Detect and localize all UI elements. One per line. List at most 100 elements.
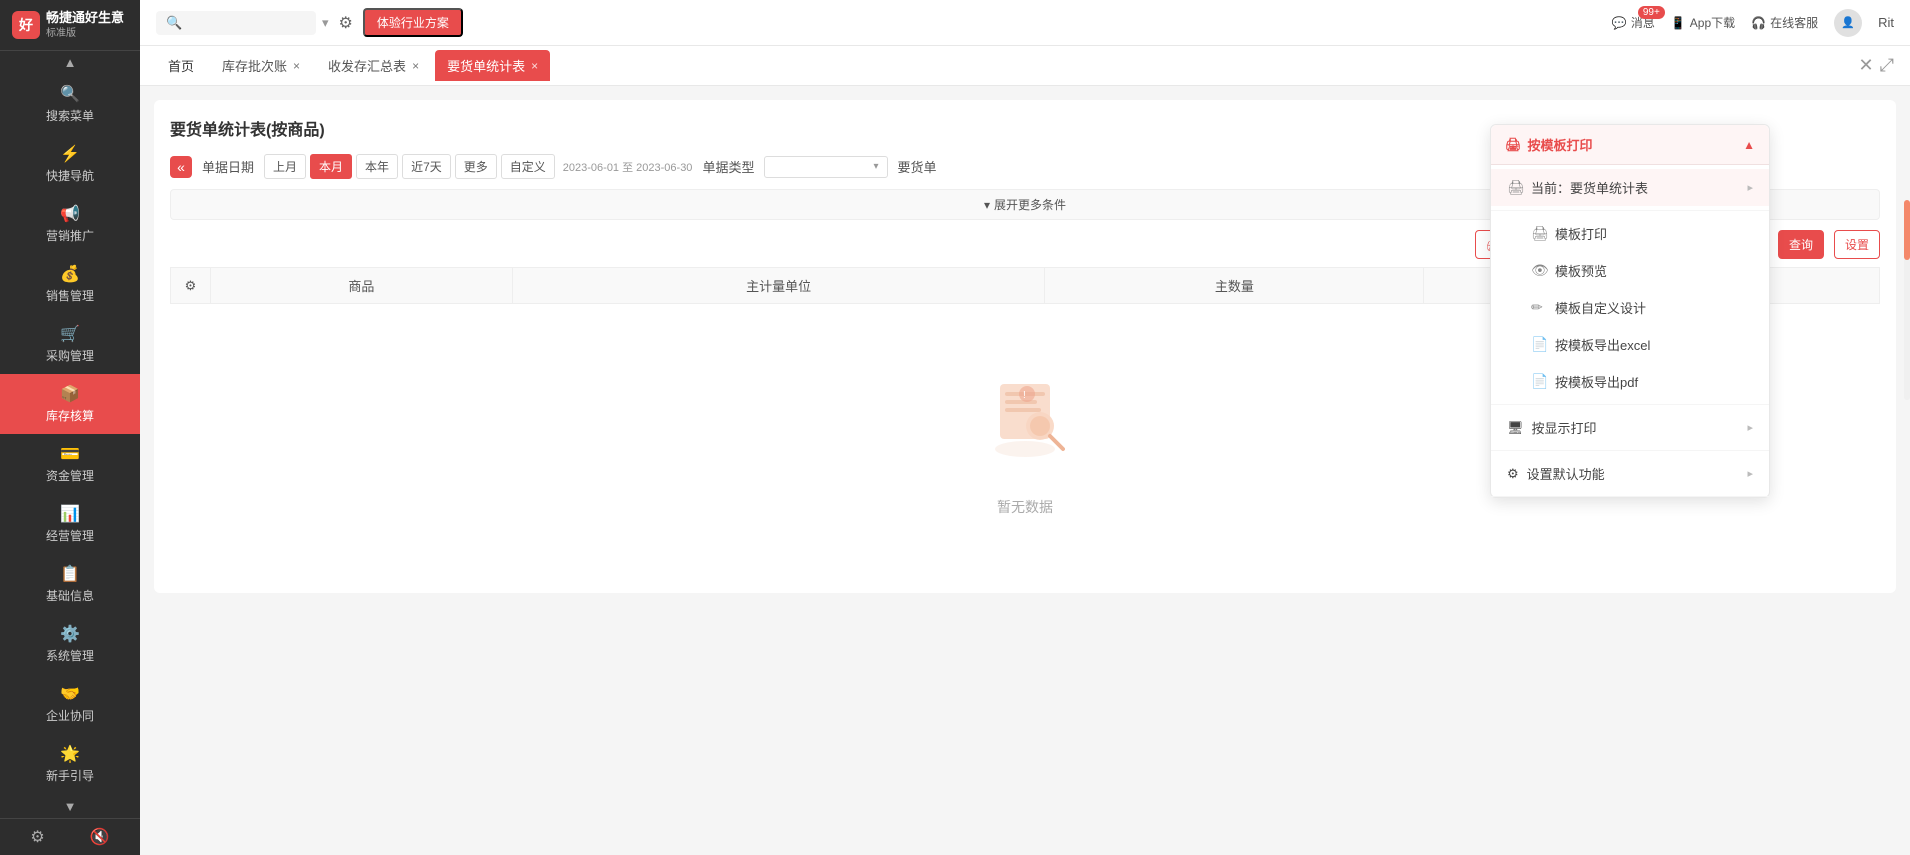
tab-home-label: 首页 xyxy=(168,56,194,75)
tab-receipt-summary-close[interactable]: × xyxy=(412,59,419,73)
order-type-select[interactable]: ▾ xyxy=(764,156,887,178)
scrollbar-thumb[interactable] xyxy=(1904,200,1910,260)
page-content: 要货单统计表(按商品) « 单据日期 上月 本月 本年 近7天 更多 自定义 2… xyxy=(140,86,1910,855)
header-dropdown-arrow[interactable]: ▾ xyxy=(322,15,329,31)
newguide-icon: 🌟 xyxy=(60,744,80,764)
sidebar-item-system[interactable]: ⚙️ 系统管理 xyxy=(0,614,140,674)
template-excel-item[interactable]: 📄 按模板导出excel xyxy=(1491,326,1769,363)
sidebar-item-marketing[interactable]: 📢 营销推广 xyxy=(0,194,140,254)
notifications-btn[interactable]: 💬 消息 99+ xyxy=(1612,14,1655,31)
date-btn-more[interactable]: 更多 xyxy=(455,154,497,179)
print-dropdown-title: 🖨 按模板打印 xyxy=(1505,135,1593,154)
print-dropdown: 🖨 按模板打印 ▲ 🖨 当前：要货单统计表 ▸ 🖨 模板打印 👁 xyxy=(1490,124,1770,498)
tab-receipt-summary[interactable]: 收发存汇总表 × xyxy=(316,50,431,81)
template-design-item[interactable]: ✏ 模板自定义设计 xyxy=(1491,289,1769,326)
query-label: 查询 xyxy=(1789,236,1813,253)
date-btn-custom[interactable]: 自定义 xyxy=(501,154,555,179)
trial-btn[interactable]: 体验行业方案 xyxy=(363,8,463,37)
logo-text: 畅捷通好生意 标准版 xyxy=(46,10,124,40)
date-btn-this-month[interactable]: 本月 xyxy=(310,154,352,179)
settings-label: 设置 xyxy=(1845,236,1869,253)
settings-icon[interactable]: ⚙ xyxy=(30,827,44,847)
finance-icon: 💳 xyxy=(60,444,80,464)
mute-icon[interactable]: 🔇 xyxy=(90,827,110,847)
order-type-arrow: ▾ xyxy=(873,161,878,172)
tab-inventory-batch-label: 库存批次账 xyxy=(222,56,287,75)
app-download-btn[interactable]: 📱 App下载 xyxy=(1671,14,1735,31)
display-print-icon: 🖥 xyxy=(1507,420,1524,436)
date-btn-7days[interactable]: 近7天 xyxy=(402,154,451,179)
tab-home[interactable]: 首页 xyxy=(156,50,206,81)
sidebar-item-label: 企业协同 xyxy=(46,707,94,724)
tab-inventory-batch-close[interactable]: × xyxy=(293,59,300,73)
current-template-arrow: ▸ xyxy=(1747,181,1753,194)
user-avatar[interactable]: 👤 xyxy=(1834,9,1862,37)
filter-expand-btn[interactable]: « xyxy=(170,156,192,178)
sidebar-item-label: 采购管理 xyxy=(46,347,94,364)
search-icon: 🔍 xyxy=(60,84,80,104)
sidebar-item-label: 资金管理 xyxy=(46,467,94,484)
template-preview-item[interactable]: 👁 模板预览 xyxy=(1491,252,1769,289)
template-print-item[interactable]: 🖨 模板打印 xyxy=(1491,215,1769,252)
online-service-btn[interactable]: 🎧 在线客服 xyxy=(1751,14,1818,31)
user-name[interactable]: Rit xyxy=(1878,15,1894,30)
sidebar-item-sales[interactable]: 💰 销售管理 xyxy=(0,254,140,314)
sidebar-item-label: 系统管理 xyxy=(46,647,94,664)
sidebar-bottom: ⚙ 🔇 xyxy=(0,818,140,855)
sidebar-item-purchase[interactable]: 🛒 采购管理 xyxy=(0,314,140,374)
col-unit: 主计量单位 xyxy=(512,268,1045,304)
sidebar-item-label: 搜索菜单 xyxy=(46,107,94,124)
sidebar-item-quicknav[interactable]: ⚡ 快捷导航 xyxy=(0,134,140,194)
tab-maximize-icon[interactable]: ⤢ xyxy=(1880,55,1894,76)
display-print-header[interactable]: 🖥 按显示打印 ▸ xyxy=(1491,409,1769,446)
online-service-label: 在线客服 xyxy=(1770,14,1818,31)
template-preview-label: 模板预览 xyxy=(1555,261,1607,280)
col-product: 商品 xyxy=(211,268,513,304)
header-search-box[interactable]: 🔍 xyxy=(156,11,316,35)
template-design-icon: ✏ xyxy=(1531,299,1547,316)
sidebar-logo: 好 畅捷通好生意 标准版 xyxy=(0,0,140,51)
sidebar-item-operations[interactable]: 📊 经营管理 xyxy=(0,494,140,554)
default-func-header[interactable]: ⚙ 设置默认功能 ▸ xyxy=(1491,455,1769,492)
right-scrollbar[interactable] xyxy=(1904,200,1910,400)
print-title-label: 按模板打印 xyxy=(1528,135,1593,154)
print-title-icon: 🖨 xyxy=(1505,137,1522,153)
settings-btn[interactable]: 设置 xyxy=(1834,230,1880,259)
template-pdf-item[interactable]: 📄 按模板导出pdf xyxy=(1491,363,1769,400)
header-search-input[interactable] xyxy=(182,16,306,30)
tab-inventory-batch[interactable]: 库存批次账 × xyxy=(210,50,312,81)
query-btn[interactable]: 查询 xyxy=(1778,230,1824,259)
date-label: 单据日期 xyxy=(202,157,254,176)
template-pdf-label: 按模板导出pdf xyxy=(1555,372,1638,391)
sidebar-item-newguide[interactable]: 🌟 新手引导 xyxy=(0,734,140,794)
sidebar-item-search[interactable]: 🔍 搜索菜单 xyxy=(0,74,140,134)
scroll-down-btn[interactable]: ▼ xyxy=(0,795,140,818)
date-btn-last-month[interactable]: 上月 xyxy=(264,154,306,179)
sidebar-item-collab[interactable]: 🤝 企业协同 xyxy=(0,674,140,734)
dropdown-collapse-btn[interactable]: ▲ xyxy=(1743,138,1755,152)
print-dropdown-header: 🖨 按模板打印 ▲ xyxy=(1491,125,1769,165)
sidebar-item-label: 快捷导航 xyxy=(46,167,94,184)
tab-close-all-icon[interactable]: ✕ xyxy=(1859,55,1874,76)
expand-more-icon: ▾ xyxy=(984,198,990,212)
header-gear-icon[interactable]: ⚙ xyxy=(339,13,353,33)
tab-order-stats-label: 要货单统计表 xyxy=(447,56,525,75)
operations-icon: 📊 xyxy=(60,504,80,524)
tab-order-stats-close[interactable]: × xyxy=(531,59,538,73)
sidebar-item-basicinfo[interactable]: 📋 基础信息 xyxy=(0,554,140,614)
main-content: 🔍 ▾ ⚙ 体验行业方案 💬 消息 99+ 📱 App下载 🎧 在线客服 👤 R… xyxy=(140,0,1910,855)
tab-receipt-summary-label: 收发存汇总表 xyxy=(328,56,406,75)
basicinfo-icon: 📋 xyxy=(60,564,80,584)
inventory-icon: 📦 xyxy=(60,384,80,404)
date-btn-this-year[interactable]: 本年 xyxy=(356,154,398,179)
scroll-up-btn[interactable]: ▲ xyxy=(0,51,140,74)
expand-more-label: 展开更多条件 xyxy=(994,196,1066,213)
sidebar-item-finance[interactable]: 💳 资金管理 xyxy=(0,434,140,494)
tab-order-stats[interactable]: 要货单统计表 × xyxy=(435,50,550,81)
display-print-left: 🖥 按显示打印 xyxy=(1507,418,1597,437)
sidebar-item-inventory[interactable]: 📦 库存核算 xyxy=(0,374,140,434)
col-quantity: 主数量 xyxy=(1045,268,1424,304)
quicknav-icon: ⚡ xyxy=(60,144,80,164)
current-template-item[interactable]: 🖨 当前：要货单统计表 ▸ xyxy=(1491,169,1769,206)
col-settings[interactable]: ⚙ xyxy=(171,268,211,304)
